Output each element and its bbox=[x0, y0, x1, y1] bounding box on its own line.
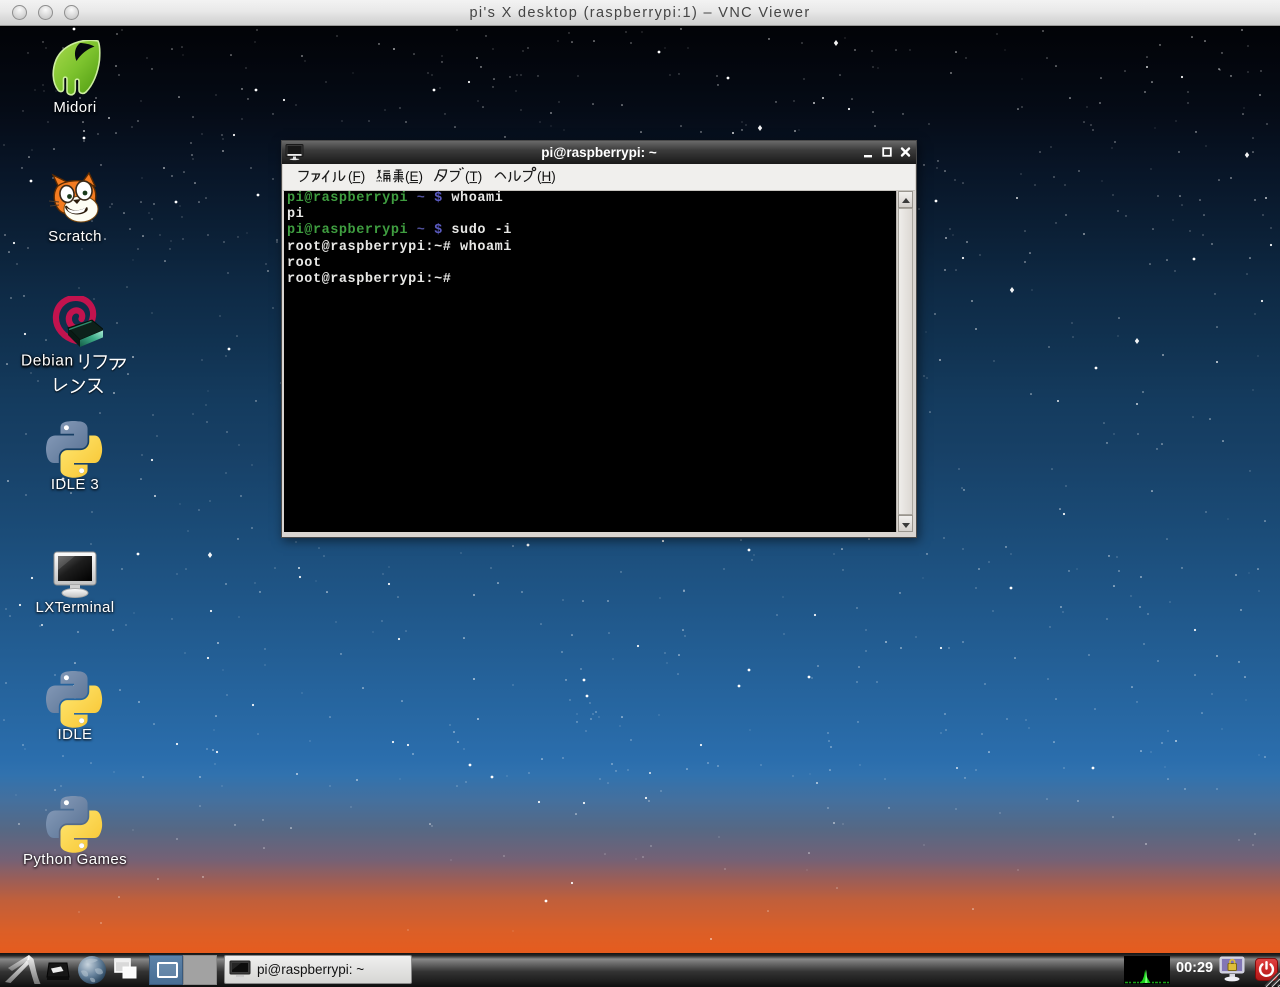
svg-text:(F): (F) bbox=[348, 169, 365, 184]
svg-text:(H): (H) bbox=[537, 169, 556, 184]
svg-text:(T): (T) bbox=[465, 169, 482, 184]
svg-text:(E): (E) bbox=[405, 169, 423, 184]
svg-text:Debian: Debian bbox=[21, 353, 74, 370]
